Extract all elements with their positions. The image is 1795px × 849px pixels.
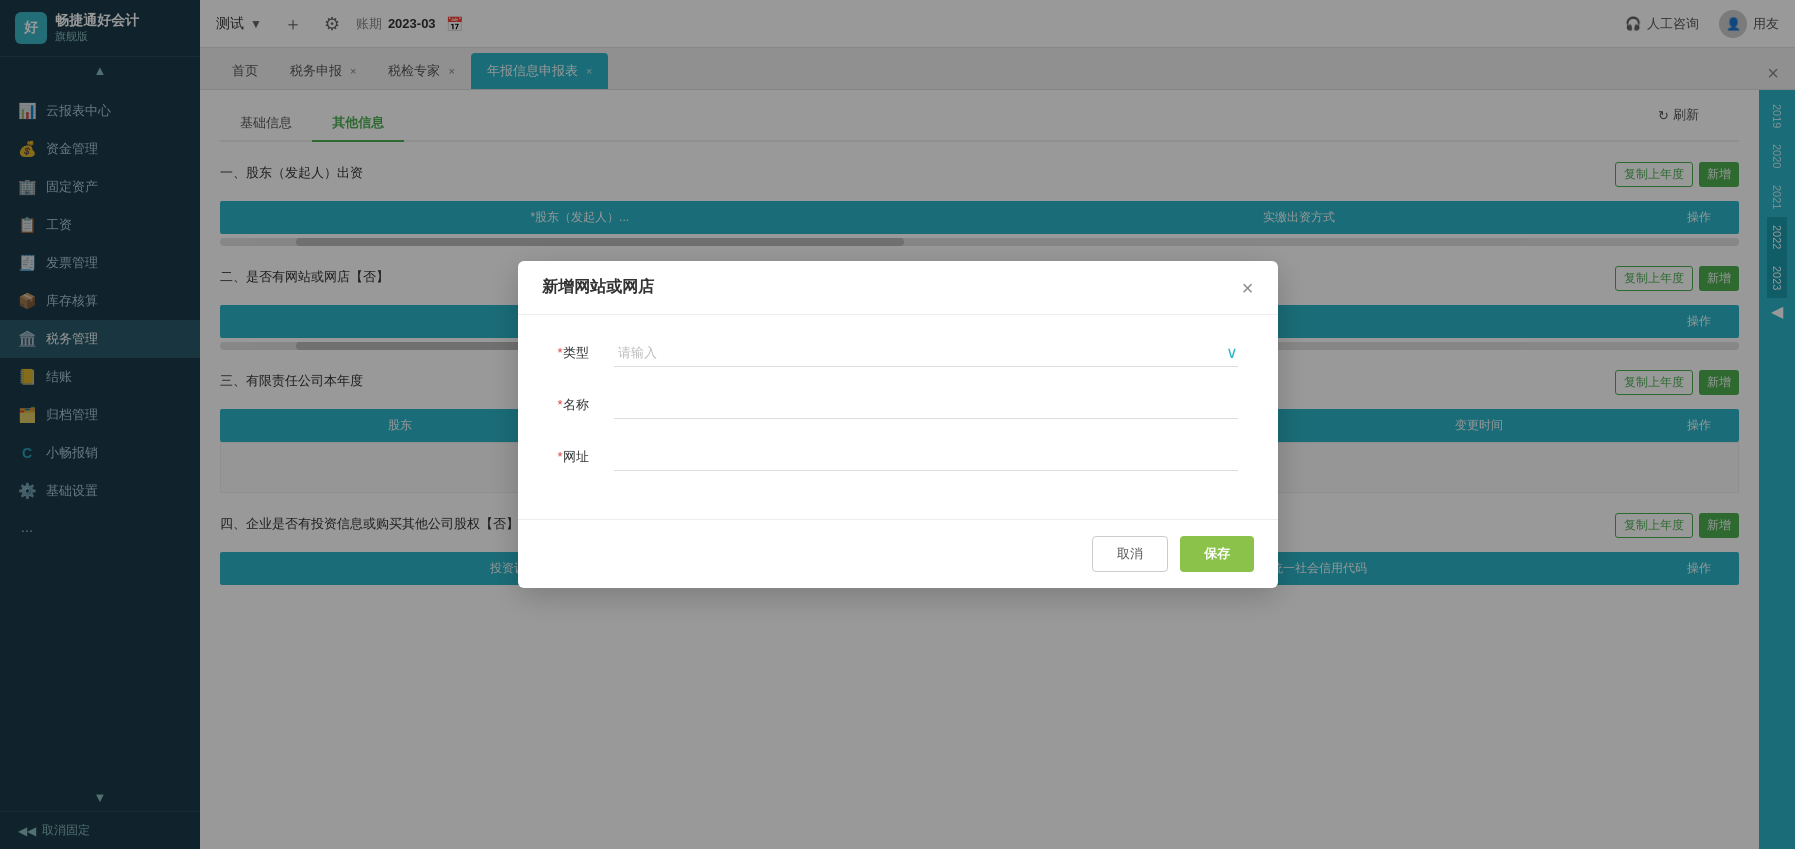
form-row-type: *类型 ∨ — [558, 339, 1238, 367]
modal-body: *类型 ∨ *名称 — [518, 315, 1278, 519]
name-label: *名称 — [558, 396, 606, 414]
form-field-type: *类型 ∨ — [558, 339, 1238, 367]
modal-footer: 取消 保存 — [518, 519, 1278, 588]
form-row-url: *网址 — [558, 443, 1238, 471]
save-btn[interactable]: 保存 — [1180, 536, 1254, 572]
cancel-btn[interactable]: 取消 — [1092, 536, 1168, 572]
required-asterisk-type: * — [558, 345, 563, 360]
type-input-wrapper[interactable]: ∨ — [614, 339, 1238, 367]
form-field-name: *名称 — [558, 391, 1238, 419]
modal-title: 新增网站或网店 — [542, 277, 654, 298]
modal-overlay: 新增网站或网店 × *类型 ∨ *名 — [0, 0, 1795, 849]
form-field-url: *网址 — [558, 443, 1238, 471]
required-asterisk-url: * — [558, 449, 563, 464]
modal-header: 新增网站或网店 × — [518, 261, 1278, 315]
modal-close-btn[interactable]: × — [1242, 278, 1254, 298]
url-input[interactable] — [614, 443, 1238, 471]
required-asterisk-name: * — [558, 397, 563, 412]
add-website-modal: 新增网站或网店 × *类型 ∨ *名 — [518, 261, 1278, 588]
type-label: *类型 — [558, 344, 606, 362]
url-label: *网址 — [558, 448, 606, 466]
form-row-name: *名称 — [558, 391, 1238, 419]
type-input[interactable] — [614, 339, 1226, 366]
name-input[interactable] — [614, 391, 1238, 419]
dropdown-arrow-icon[interactable]: ∨ — [1226, 343, 1238, 362]
